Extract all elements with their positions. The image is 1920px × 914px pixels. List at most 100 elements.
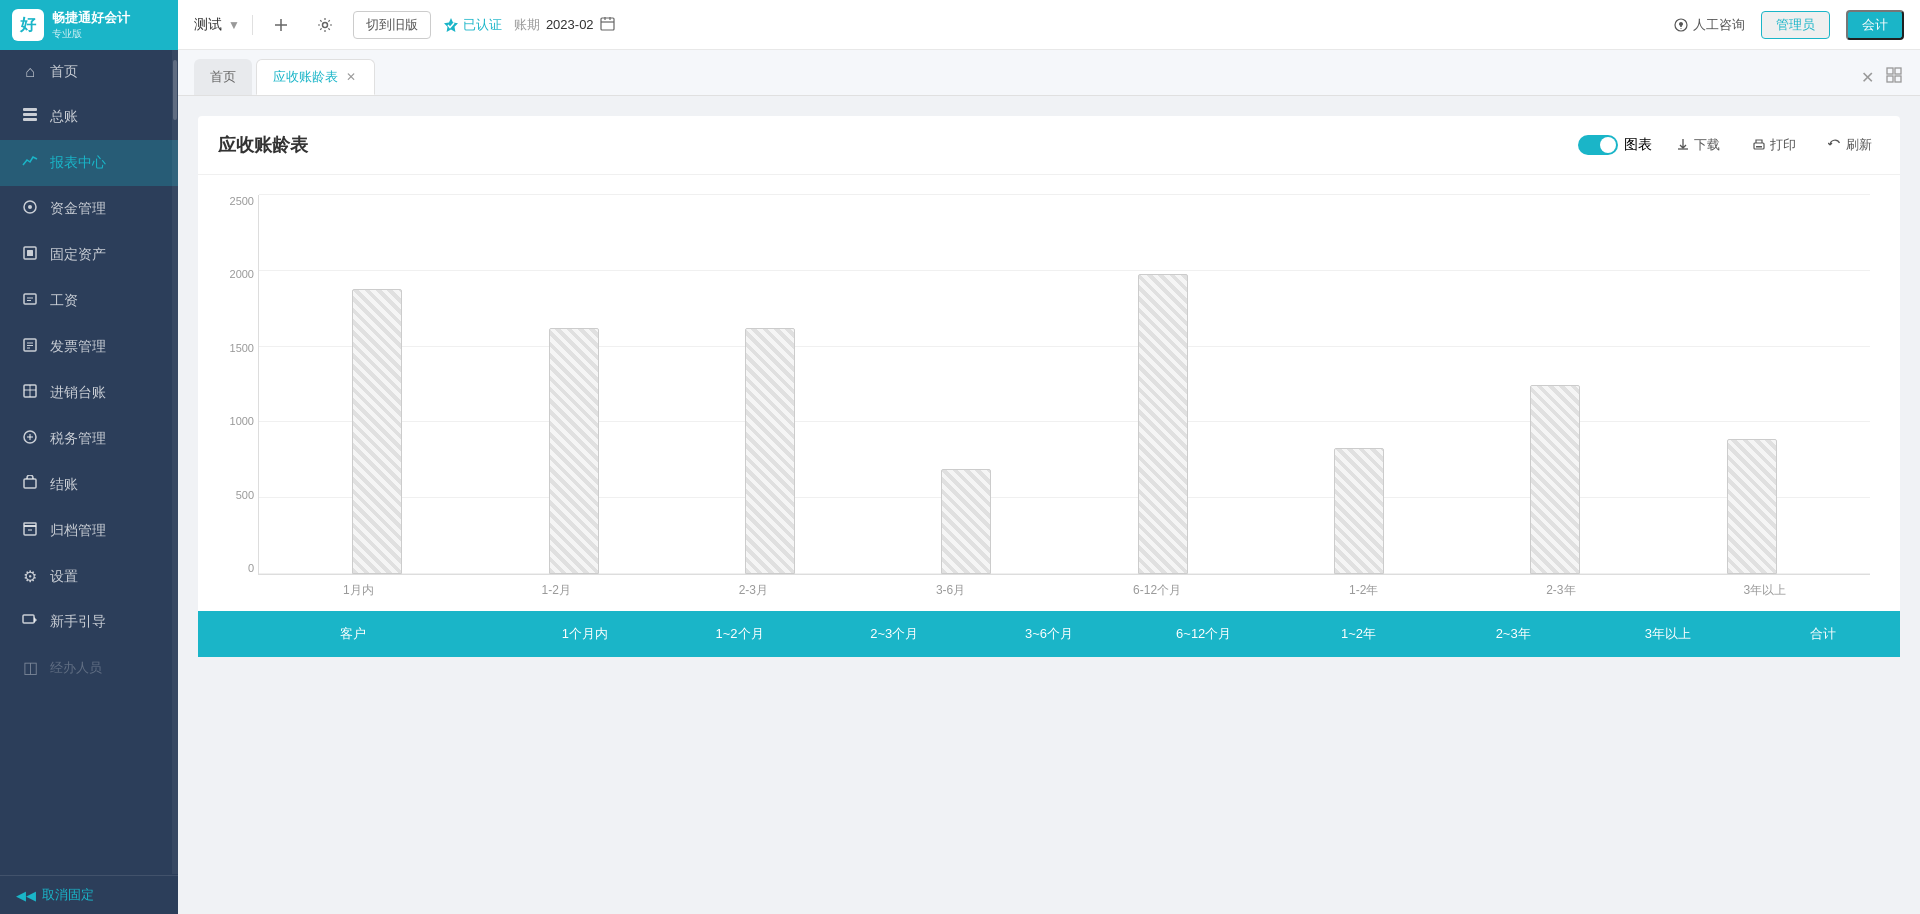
admin-btn[interactable]: 管理员 [1761,11,1830,39]
logo-icon: 好 [12,9,44,41]
sidebar-item-payroll[interactable]: 工资 [0,278,178,324]
chart-container: 0 500 1000 1500 2000 2500 [198,175,1900,595]
sidebar-item-extra[interactable]: ◫ 经办人员 [0,645,178,690]
x-label-3: 3-6月 [936,582,965,599]
role-btn[interactable]: 会计 [1846,10,1904,40]
sidebar-item-reports[interactable]: 报表中心 [0,140,178,186]
page-title: 应收账龄表 [218,133,308,157]
main-area: 测试 ▼ 切到旧版 已认证 账期 2023-02 人工咨询 管理员 [178,0,1920,914]
chart-toggle[interactable] [1578,135,1618,155]
svg-point-34 [1680,27,1681,28]
assets-icon [20,245,40,265]
company-selector[interactable]: 测试 ▼ [194,16,240,34]
sidebar-item-funds[interactable]: 资金管理 [0,186,178,232]
tabbar-actions: ✕ [1859,65,1904,95]
payroll-icon [20,291,40,311]
table-header-row: 客户 1个月内 1~2个月 2~3个月 3~6个月 6~12个月 1~2年 2~… [198,611,1900,657]
switch-version-btn[interactable]: 切到旧版 [353,11,431,39]
topbar-divider-1 [252,15,253,35]
y-label-2000: 2000 [204,268,254,280]
close-tab-btn[interactable]: ✕ [1859,66,1876,89]
tab-home[interactable]: 首页 [194,59,252,95]
print-icon [1752,138,1766,152]
svg-point-4 [28,205,32,209]
logo: 好 畅捷通好会计 专业版 [0,0,178,50]
tax-icon [20,429,40,449]
sidebar-item-assets[interactable]: 固定资产 [0,232,178,278]
bar-group-1 [549,328,599,574]
svg-rect-35 [1887,68,1893,74]
refresh-btn[interactable]: 刷新 [1820,132,1880,158]
x-label-0: 1月内 [343,582,374,599]
bar-group-7 [1727,439,1777,574]
settings-btn[interactable] [309,9,341,41]
th-3plus-year: 3年以上 [1591,611,1746,657]
calendar-icon[interactable] [600,16,615,34]
logo-text: 畅捷通好会计 专业版 [52,9,130,41]
chart-toggle-group: 图表 [1578,135,1652,155]
sidebar-item-tax[interactable]: 税务管理 [0,416,178,462]
tab-ar-aging[interactable]: 应收账龄表 ✕ [256,59,375,95]
sidebar-item-sales[interactable]: 进销台账 [0,370,178,416]
sidebar-item-invoice[interactable]: 发票管理 [0,324,178,370]
reports-icon [20,153,40,173]
sidebar-item-close-period[interactable]: 结账 [0,462,178,508]
sidebar-item-archive[interactable]: 归档管理 [0,508,178,554]
svg-rect-2 [23,118,37,121]
close-period-icon [20,475,40,495]
company-chevron-icon: ▼ [228,18,240,32]
sidebar-item-home[interactable]: ⌂ 首页 [0,50,178,94]
y-label-500: 500 [204,489,254,501]
x-label-2: 2-3月 [739,582,768,599]
bar-1-2month [549,328,599,574]
cancel-fixed-btn[interactable]: ◀◀ 取消固定 [0,875,178,914]
sidebar-item-ledger[interactable]: 总账 [0,94,178,140]
svg-rect-22 [24,523,36,526]
download-btn[interactable]: 下载 [1668,132,1728,158]
th-1month: 1个月内 [507,611,662,657]
y-label-1500: 1500 [204,342,254,354]
svg-rect-36 [1895,68,1901,74]
x-label-1: 1-2月 [541,582,570,599]
chart-area: 0 500 1000 1500 2000 2500 [258,195,1870,575]
th-2-3month: 2~3个月 [817,611,972,657]
consult-btn[interactable]: 人工咨询 [1673,16,1745,34]
svg-point-28 [322,22,327,27]
bar-group-0 [352,289,402,574]
sidebar-scrollbar-thumb [173,60,177,120]
sidebar-item-settings[interactable]: ⚙ 设置 [0,554,178,599]
bar-6-12month [1138,274,1188,574]
bar-3-6month [941,469,991,574]
sales-icon [20,383,40,403]
sidebar-item-guide[interactable]: 新手引导 [0,599,178,645]
svg-marker-25 [34,617,37,623]
th-6-12month: 6~12个月 [1126,611,1281,657]
bar-group-5 [1334,448,1384,574]
print-btn[interactable]: 打印 [1744,132,1804,158]
chart-toggle-label: 图表 [1624,136,1652,154]
th-3-6month: 3~6个月 [972,611,1127,657]
content-area: 应收账龄表 图表 下载 打印 [178,96,1920,914]
invoice-icon [20,337,40,357]
expand-tab-btn[interactable] [1884,65,1904,89]
x-label-4: 6-12个月 [1133,582,1181,599]
tabbar: 首页 应收账龄表 ✕ ✕ [178,50,1920,96]
sidebar-scrollbar[interactable] [172,50,178,874]
table-section: 客户 1个月内 1~2个月 2~3个月 3~6个月 6~12个月 1~2年 2~… [198,611,1900,657]
add-company-btn[interactable] [265,9,297,41]
y-axis: 0 500 1000 1500 2000 2500 [204,195,254,574]
svg-rect-24 [23,615,34,623]
refresh-icon [1828,138,1842,152]
page-actions: 图表 下载 打印 刷新 [1578,132,1880,158]
topbar-right: 人工咨询 管理员 会计 [1673,10,1904,40]
y-label-2500: 2500 [204,195,254,207]
tab-close-icon[interactable]: ✕ [344,70,358,84]
x-label-5: 1-2年 [1349,582,1378,599]
bar-3plus-year [1727,439,1777,574]
svg-rect-7 [24,294,36,304]
bar-2-3year [1530,385,1580,574]
funds-icon [20,199,40,219]
bar-group-4 [1138,274,1188,574]
th-customer: 客户 [198,611,507,657]
home-icon: ⌂ [20,63,40,81]
